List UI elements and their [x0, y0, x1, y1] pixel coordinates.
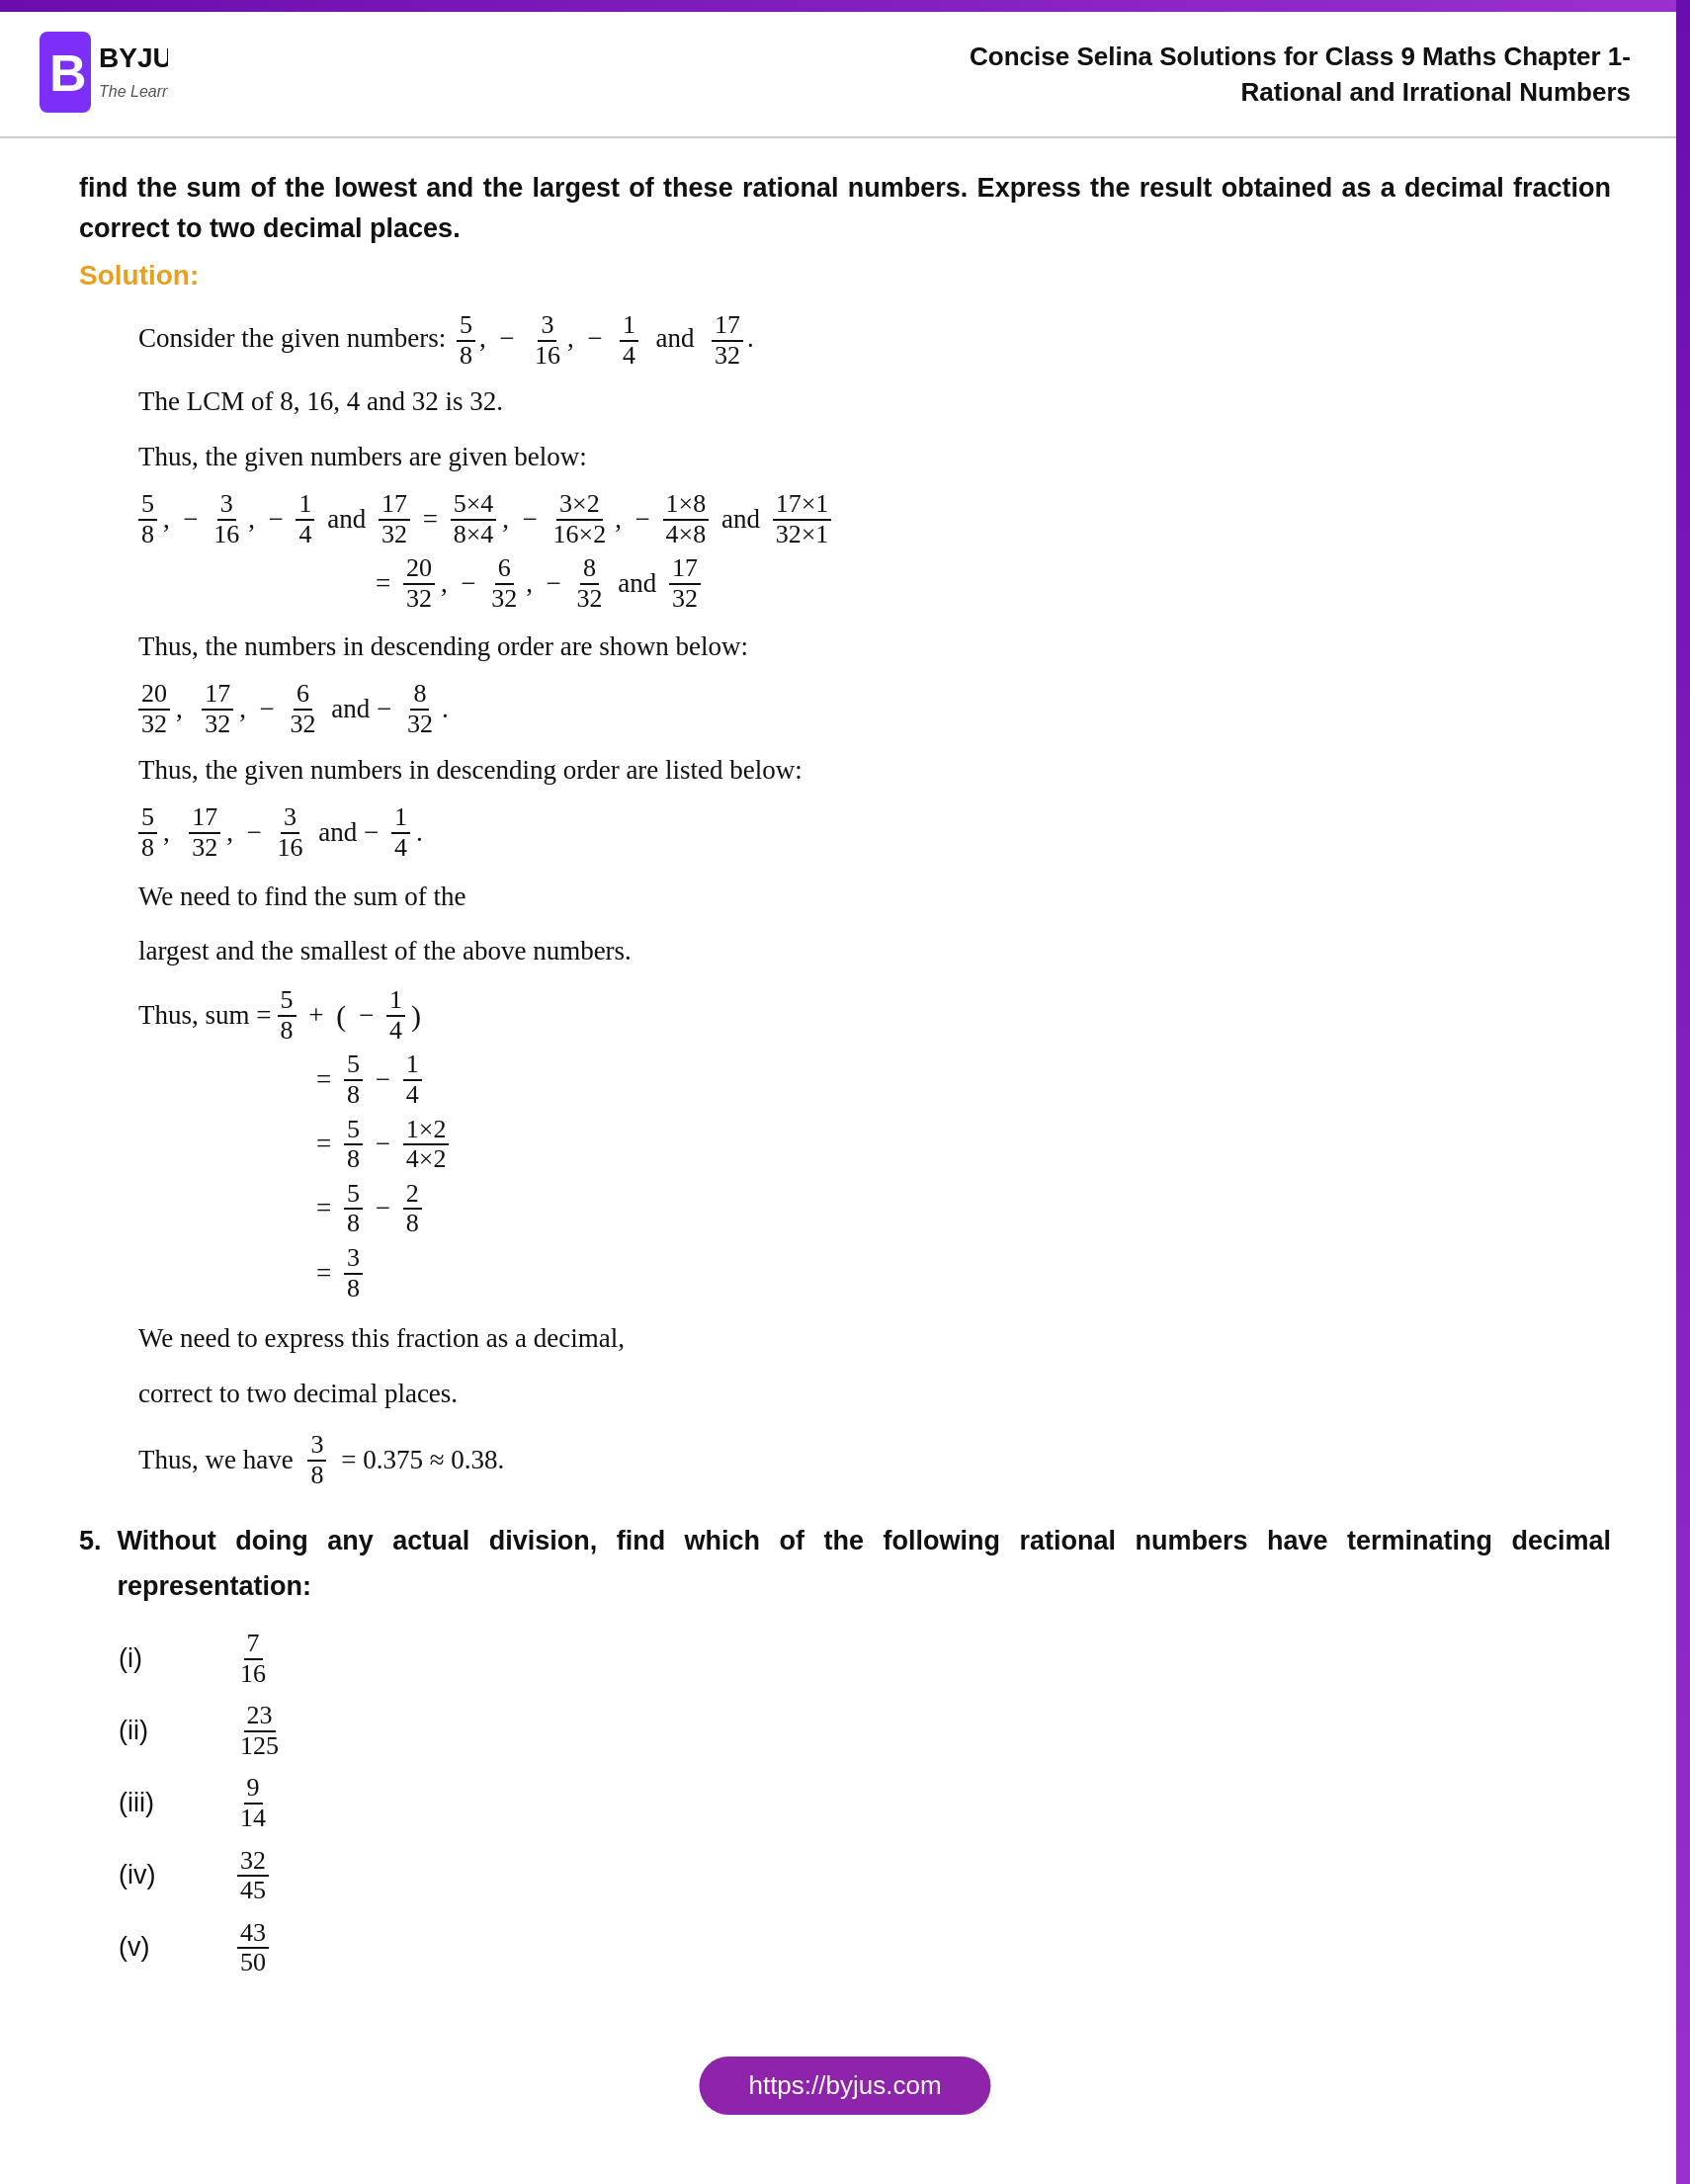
sol-line-4: Thus, the numbers in descending order ar…	[138, 625, 1611, 670]
right-border	[1676, 0, 1690, 2184]
q5-item-i: (i) 716	[119, 1630, 1611, 1688]
q5-item-iii: (iii) 914	[119, 1774, 1611, 1832]
sol-sum-row5: = 38	[316, 1244, 1611, 1302]
q5-label-i: (i)	[119, 1637, 208, 1682]
question5: 5. Without doing any actual division, fi…	[79, 1519, 1611, 1610]
solution-label: Solution:	[79, 260, 1611, 292]
q5-label-iv: (iv)	[119, 1853, 208, 1898]
header-title-line2: Rational and Irrational Numbers	[1241, 77, 1631, 107]
sol-listed-row: 58, 1732, − 316 and − 14.	[138, 803, 1611, 862]
header: B BYJU'S The Learning App Concise Selina…	[0, 12, 1690, 138]
sol-sum-row1: Thus, sum = 58 + ( − 14 )	[138, 986, 1611, 1045]
q5-label-v: (v)	[119, 1925, 208, 1971]
q5-label-iii: (iii)	[119, 1781, 208, 1826]
sol-line-7: largest and the smallest of the above nu…	[138, 929, 1611, 974]
q5-item-iv: (iv) 3245	[119, 1847, 1611, 1905]
logo-area: B BYJU'S The Learning App	[40, 30, 158, 119]
sol-line-3: Thus, the given numbers are given below:	[138, 435, 1611, 480]
footer-url: https://byjus.com	[699, 2057, 990, 2115]
svg-text:The Learning App: The Learning App	[99, 83, 168, 100]
sol-line-1: Consider the given numbers: 58, − 316, −…	[138, 311, 1611, 370]
svg-text:B: B	[49, 44, 87, 102]
header-title-line1: Concise Selina Solutions for Class 9 Mat…	[970, 42, 1631, 71]
sol-sum-row3: = 58 − 1×24×2	[316, 1116, 1611, 1174]
q5-frac-iii: 914	[237, 1774, 269, 1832]
top-border	[0, 0, 1690, 12]
sol-line-6: We need to find the sum of the	[138, 875, 1611, 920]
q5-frac-iv: 3245	[237, 1847, 269, 1905]
sol-line-10: Thus, we have 38 = 0.375 ≈ 0.38.	[138, 1431, 1611, 1489]
sol-line-5: Thus, the given numbers in descending or…	[138, 748, 1611, 794]
q5-frac-ii: 23125	[237, 1702, 282, 1760]
q5-text: Without doing any actual division, find …	[118, 1519, 1611, 1610]
question-text: find the sum of the lowest and the large…	[79, 168, 1611, 248]
sol-sum-row4: = 58 − 28	[316, 1180, 1611, 1238]
q5-item-ii: (ii) 23125	[119, 1702, 1611, 1760]
q5-number: 5.	[79, 1519, 102, 1610]
logo-box: B BYJU'S The Learning App	[40, 30, 158, 119]
sol-line-2: The LCM of 8, 16, 4 and 32 is 32.	[138, 379, 1611, 425]
svg-text:BYJU'S: BYJU'S	[99, 42, 168, 73]
sol-line-8: We need to express this fraction as a de…	[138, 1316, 1611, 1362]
q5-items-list: (i) 716 (ii) 23125 (iii) 914 (iv) 3245 (…	[119, 1630, 1611, 1977]
sol-sum-row2: = 58 − 14	[316, 1050, 1611, 1109]
header-title: Concise Selina Solutions for Class 9 Mat…	[970, 39, 1631, 111]
sol-fraction-row2: = 2032, − 632, − 832 and 1732	[376, 554, 1611, 613]
sol-line-9: correct to two decimal places.	[138, 1372, 1611, 1417]
q5-label-ii: (ii)	[119, 1709, 208, 1754]
byju-logo: B BYJU'S The Learning App	[40, 30, 168, 119]
sol-descending-row: 2032, 1732, − 632 and − 832.	[138, 680, 1611, 738]
q5-item-v: (v) 4350	[119, 1919, 1611, 1977]
sol-fraction-row1: 58, − 316, − 14 and 1732 = 5×48×4, − 3×2…	[138, 490, 1611, 548]
main-content: find the sum of the lowest and the large…	[0, 138, 1690, 2031]
solution-body: Consider the given numbers: 58, − 316, −…	[79, 311, 1611, 1977]
q5-frac-i: 716	[237, 1630, 269, 1688]
q5-frac-v: 4350	[237, 1919, 269, 1977]
question-text-span: find the sum of the lowest and the large…	[79, 173, 1611, 243]
footer-url-text: https://byjus.com	[748, 2070, 941, 2100]
